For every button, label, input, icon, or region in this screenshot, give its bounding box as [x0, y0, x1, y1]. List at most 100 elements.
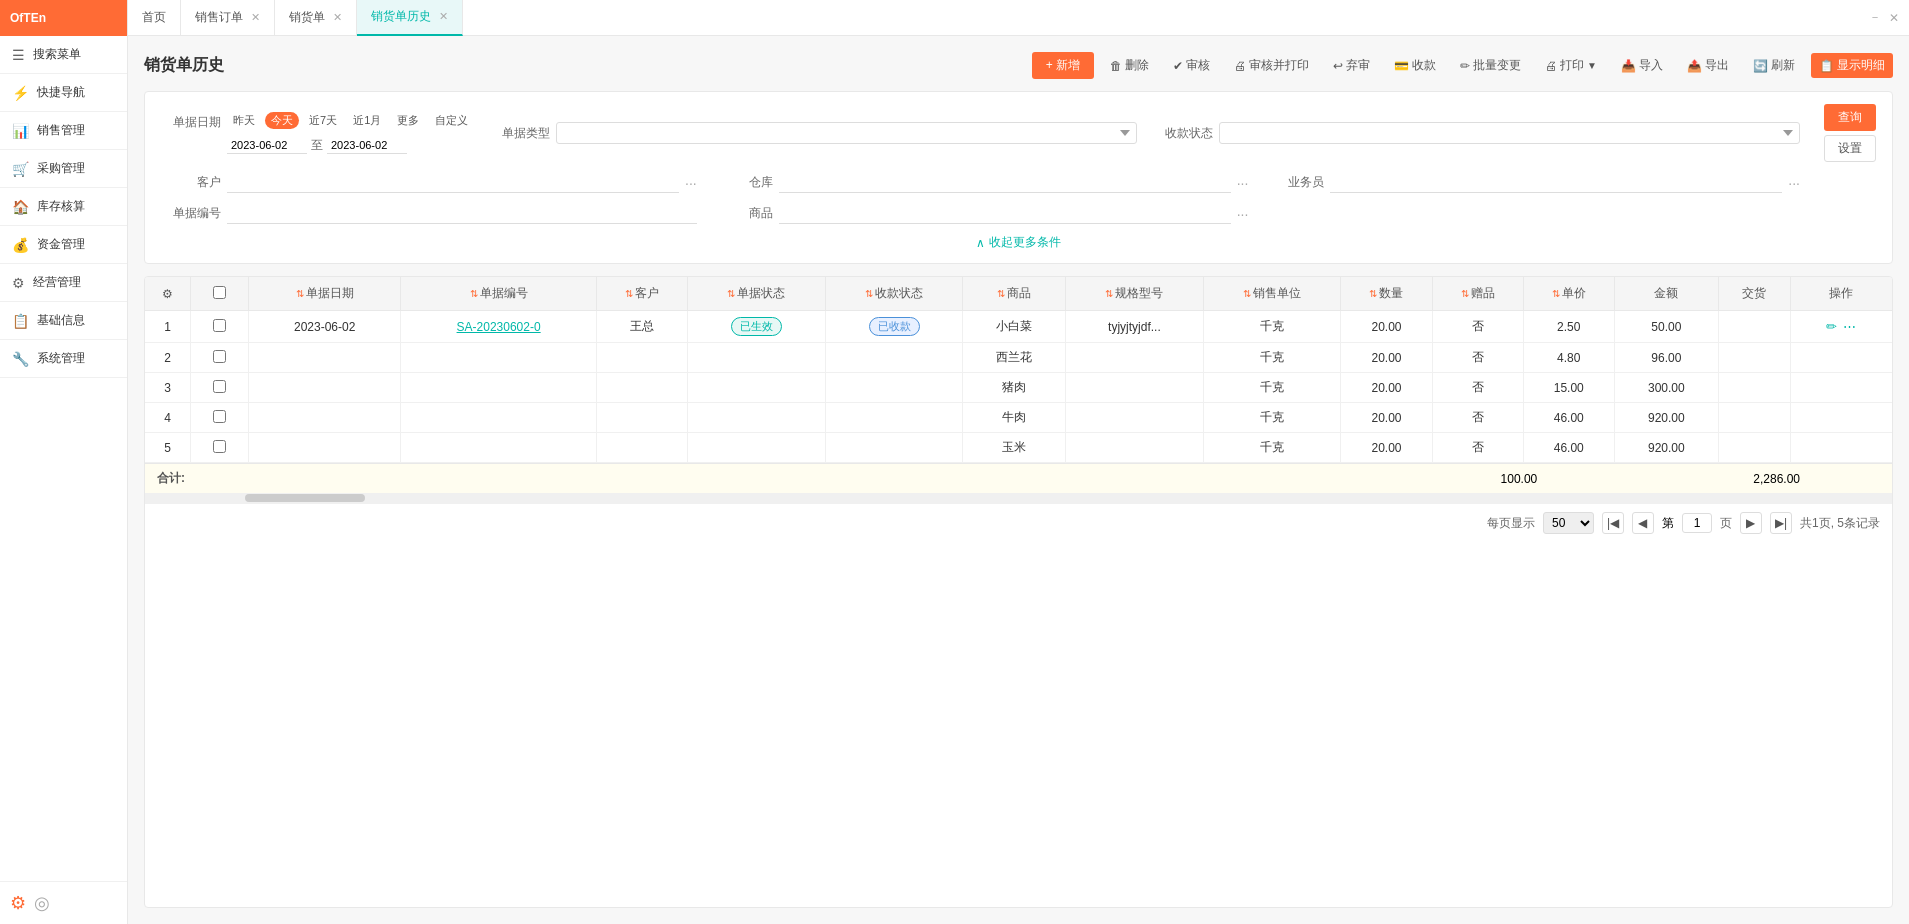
tab-sales-goods[interactable]: 销货单 ✕ [275, 0, 357, 36]
sidebar-item-purchase-mgmt[interactable]: 🛒 采购管理 [0, 150, 127, 188]
goods-more-icon[interactable]: ··· [1237, 206, 1249, 222]
date-pill-more[interactable]: 更多 [391, 112, 425, 129]
page-number-input[interactable]: 1 [1682, 513, 1712, 533]
date-pill-yesterday[interactable]: 昨天 [227, 112, 261, 129]
batch-change-label: 批量变更 [1473, 57, 1521, 74]
page-label-pre: 第 [1662, 515, 1674, 532]
first-page-button[interactable]: |◀ [1602, 512, 1624, 534]
abandon-button[interactable]: ↩ 弃审 [1325, 53, 1378, 78]
tab-sales-history[interactable]: 销货单历史 ✕ [357, 0, 463, 36]
doc-type-select[interactable] [556, 122, 1137, 144]
row-checkbox[interactable] [213, 319, 226, 332]
sidebar-item-basic-info[interactable]: 📋 基础信息 [0, 302, 127, 340]
print-button[interactable]: 🖨 打印 ▼ [1537, 53, 1605, 78]
col-settings[interactable]: ⚙ [145, 277, 191, 311]
staff-more-icon[interactable]: ··· [1788, 175, 1800, 191]
sidebar-item-sys-mgmt[interactable]: 🔧 系统管理 [0, 340, 127, 378]
warehouse-more-icon[interactable]: ··· [1237, 175, 1249, 191]
search-menu-icon: ☰ [12, 47, 25, 63]
sidebar-item-quick-nav[interactable]: ⚡ 快捷导航 [0, 74, 127, 112]
cell-collect-status [825, 433, 963, 463]
table-header: ⚙ 单据日期 单据编号 客户 单据状态 收款状态 商品 规格型号 销售单位 数量… [145, 277, 1892, 311]
prev-page-button[interactable]: ◀ [1632, 512, 1654, 534]
row-checkbox[interactable] [213, 380, 226, 393]
show-detail-button[interactable]: 📋 显示明细 [1811, 53, 1893, 78]
goods-input[interactable] [779, 203, 1231, 224]
row-checkbox[interactable] [213, 350, 226, 363]
batch-change-button[interactable]: ✏ 批量变更 [1452, 53, 1529, 78]
col-collect-status[interactable]: 收款状态 [825, 277, 963, 311]
horizontal-scrollbar[interactable] [145, 493, 1892, 503]
col-price[interactable]: 单价 [1523, 277, 1614, 311]
collect-button[interactable]: 💳 收款 [1386, 53, 1444, 78]
new-button[interactable]: + 新增 [1032, 52, 1094, 79]
row-number: 1 [145, 311, 191, 343]
staff-input[interactable] [1330, 172, 1782, 193]
table-row: 3猪肉千克20.00否15.00300.00 [145, 373, 1892, 403]
col-customer[interactable]: 客户 [597, 277, 688, 311]
footer-total-amount: 2,286.00 [1753, 472, 1880, 486]
col-doc-date[interactable]: 单据日期 [249, 277, 401, 311]
close-sales-order-icon[interactable]: ✕ [251, 11, 260, 24]
tab-sales-order[interactable]: 销售订单 ✕ [181, 0, 275, 36]
sidebar-footer: ⚙ ◎ [0, 881, 127, 924]
audit-print-button[interactable]: 🖨 审核并打印 [1226, 53, 1317, 78]
export-button[interactable]: 📤 导出 [1679, 53, 1737, 78]
date-pill-custom[interactable]: 自定义 [429, 112, 474, 129]
col-doc-no[interactable]: 单据编号 [401, 277, 597, 311]
select-all-checkbox[interactable] [213, 286, 226, 299]
sidebar-item-ops-mgmt[interactable]: ⚙ 经营管理 [0, 264, 127, 302]
row-number: 4 [145, 403, 191, 433]
col-spec[interactable]: 规格型号 [1066, 277, 1204, 311]
col-doc-status[interactable]: 单据状态 [688, 277, 826, 311]
sidebar-item-fund-mgmt[interactable]: 💰 资金管理 [0, 226, 127, 264]
customer-more-icon[interactable]: ··· [685, 175, 697, 191]
table-row: 12023-06-02SA-20230602-0王总已生效已收款小白菜tyjyj… [145, 311, 1892, 343]
collapse-footer-icon[interactable]: ◎ [34, 892, 50, 914]
date-pill-today[interactable]: 今天 [265, 112, 299, 129]
query-button[interactable]: 查询 [1824, 104, 1876, 131]
col-checkbox[interactable] [191, 277, 249, 311]
doc-no-input[interactable] [227, 203, 697, 224]
delete-button[interactable]: 🗑 删除 [1102, 53, 1157, 78]
cell-doc-status: 已生效 [688, 311, 826, 343]
close-sales-goods-icon[interactable]: ✕ [333, 11, 342, 24]
col-gift[interactable]: 赠品 [1432, 277, 1523, 311]
import-button[interactable]: 📥 导入 [1613, 53, 1671, 78]
row-checkbox[interactable] [213, 440, 226, 453]
date-to-input[interactable] [327, 137, 407, 154]
doc-type-filter-group: 单据类型 [490, 122, 1137, 144]
scrollbar-thumb[interactable] [245, 494, 365, 502]
sidebar-item-search-menu[interactable]: ☰ 搜索菜单 [0, 36, 127, 74]
warehouse-input[interactable] [779, 172, 1231, 193]
page-size-select[interactable]: 50 100 200 [1543, 512, 1594, 534]
cell-price: 4.80 [1523, 343, 1614, 373]
sidebar-item-sales-mgmt[interactable]: 📊 销售管理 [0, 112, 127, 150]
col-unit[interactable]: 销售单位 [1203, 277, 1341, 311]
cell-unit: 千克 [1203, 403, 1341, 433]
col-qty[interactable]: 数量 [1341, 277, 1432, 311]
sidebar-item-inventory[interactable]: 🏠 库存核算 [0, 188, 127, 226]
more-action-btn[interactable]: ⋯ [1843, 319, 1856, 334]
settings-footer-icon[interactable]: ⚙ [10, 892, 26, 914]
col-goods[interactable]: 商品 [963, 277, 1066, 311]
date-pill-7days[interactable]: 近7天 [303, 112, 343, 129]
customer-input[interactable] [227, 172, 679, 193]
cell-unit: 千克 [1203, 343, 1341, 373]
edit-action-btn[interactable]: ✏ [1826, 319, 1837, 334]
collapse-button[interactable]: ∧ 收起更多条件 [161, 234, 1876, 251]
row-checkbox[interactable] [213, 410, 226, 423]
doc-no-link[interactable]: SA-20230602-0 [457, 320, 541, 334]
date-from-input[interactable] [227, 137, 307, 154]
setting-button[interactable]: 设置 [1824, 135, 1876, 162]
next-page-button[interactable]: ▶ [1740, 512, 1762, 534]
close-sales-history-icon[interactable]: ✕ [439, 10, 448, 23]
window-close-icon[interactable]: ✕ [1889, 11, 1899, 25]
tab-home[interactable]: 首页 [128, 0, 181, 36]
collect-status-select[interactable] [1219, 122, 1800, 144]
last-page-button[interactable]: ▶| [1770, 512, 1792, 534]
window-minimize-icon[interactable]: － [1869, 9, 1881, 26]
date-pill-1month[interactable]: 近1月 [347, 112, 387, 129]
audit-button[interactable]: ✔ 审核 [1165, 53, 1218, 78]
refresh-button[interactable]: 🔄 刷新 [1745, 53, 1803, 78]
